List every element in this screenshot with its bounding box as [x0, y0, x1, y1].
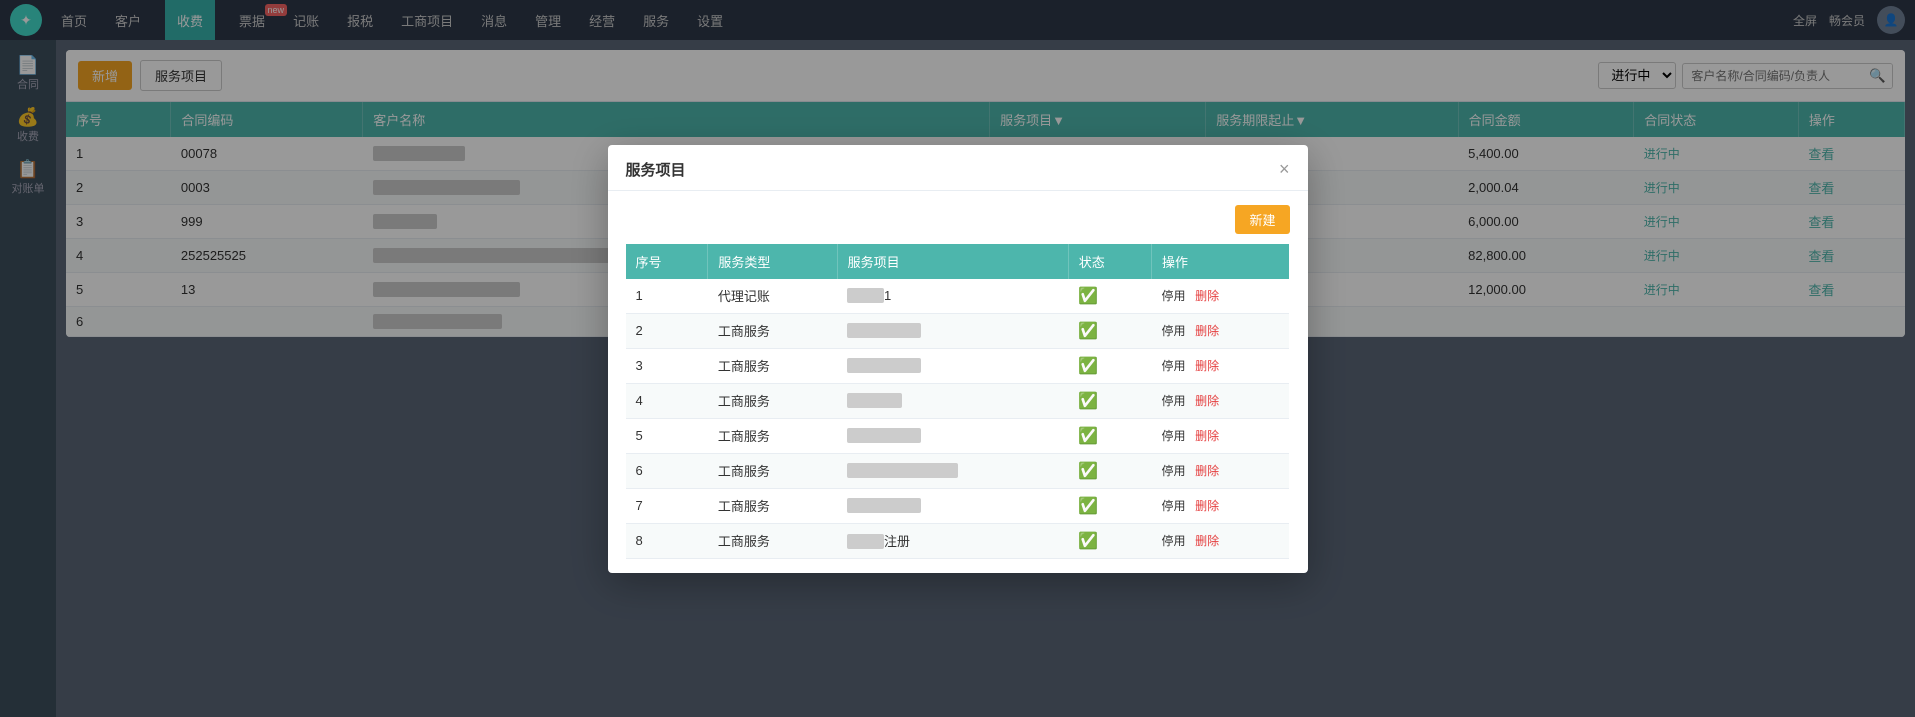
modal-cell-type: 代理记账: [708, 279, 837, 314]
delete-btn[interactable]: 删除: [1195, 322, 1219, 339]
modal-cell-type: 工商服务: [708, 488, 837, 523]
stop-btn[interactable]: 停用: [1161, 392, 1185, 409]
modal-table-container: 序号 服务类型 服务项目 状态 操作 1 代理记账 ████1 ✅: [626, 244, 1290, 559]
modal-overlay[interactable]: 服务项目 × 新建 序号 服务类型 服务项目 状态 操作: [0, 0, 1915, 717]
stop-btn[interactable]: 停用: [1161, 532, 1185, 549]
modal-cell-seq: 2: [626, 313, 708, 348]
delete-btn[interactable]: 删除: [1195, 462, 1219, 479]
modal-cell-type: 工商服务: [708, 348, 837, 383]
modal-cell-action: 停用 删除: [1151, 523, 1289, 558]
modal-cell-seq: 6: [626, 453, 708, 488]
modal-cell-action: 停用 删除: [1151, 453, 1289, 488]
stop-btn[interactable]: 停用: [1161, 287, 1185, 304]
modal-cell-seq: 1: [626, 279, 708, 314]
modal-cell-project: ████████: [837, 418, 1068, 453]
modal-cell-seq: 7: [626, 488, 708, 523]
modal-table-row: 8 工商服务 ████注册 ✅ 停用 删除: [626, 523, 1290, 558]
modal-cell-action: 停用 删除: [1151, 313, 1289, 348]
modal-cell-project: ██████: [837, 383, 1068, 418]
stop-btn[interactable]: 停用: [1161, 462, 1185, 479]
delete-btn[interactable]: 删除: [1195, 392, 1219, 409]
modal-cell-type: 工商服务: [708, 418, 837, 453]
modal-cell-action: 停用 删除: [1151, 348, 1289, 383]
modal-cell-status: ✅: [1068, 523, 1151, 558]
stop-btn[interactable]: 停用: [1161, 497, 1185, 514]
modal-cell-action: 停用 删除: [1151, 383, 1289, 418]
modal-col-seq: 序号: [626, 244, 708, 279]
modal-new-btn[interactable]: 新建: [1235, 205, 1289, 234]
modal-cell-status: ✅: [1068, 383, 1151, 418]
modal-col-action: 操作: [1151, 244, 1289, 279]
service-items-table: 序号 服务类型 服务项目 状态 操作 1 代理记账 ████1 ✅: [626, 244, 1290, 559]
modal-cell-status: ✅: [1068, 453, 1151, 488]
modal-cell-project: ████注册: [837, 523, 1068, 558]
modal-table-row: 1 代理记账 ████1 ✅ 停用 删除: [626, 279, 1290, 314]
modal-col-status: 状态: [1068, 244, 1151, 279]
modal-title: 服务项目: [626, 159, 686, 180]
modal-cell-type: 工商服务: [708, 383, 837, 418]
modal-table-row: 4 工商服务 ██████ ✅ 停用 删除: [626, 383, 1290, 418]
modal-cell-project: ████████: [837, 348, 1068, 383]
modal-cell-type: 工商服务: [708, 523, 837, 558]
modal-cell-project: ████1: [837, 279, 1068, 314]
modal-close-btn[interactable]: ×: [1279, 160, 1290, 178]
modal-cell-seq: 8: [626, 523, 708, 558]
modal-body: 新建 序号 服务类型 服务项目 状态 操作: [608, 191, 1308, 573]
stop-btn[interactable]: 停用: [1161, 357, 1185, 374]
modal-cell-status: ✅: [1068, 313, 1151, 348]
modal-header: 服务项目 ×: [608, 145, 1308, 191]
stop-btn[interactable]: 停用: [1161, 322, 1185, 339]
delete-btn[interactable]: 删除: [1195, 427, 1219, 444]
modal-cell-action: 停用 删除: [1151, 418, 1289, 453]
modal-cell-action: 停用 删除: [1151, 488, 1289, 523]
modal-cell-status: ✅: [1068, 279, 1151, 314]
modal-table-row: 2 工商服务 ████████ ✅ 停用 删除: [626, 313, 1290, 348]
stop-btn[interactable]: 停用: [1161, 427, 1185, 444]
modal-table-row: 6 工商服务 ████████████ ✅ 停用 删除: [626, 453, 1290, 488]
modal-cell-seq: 4: [626, 383, 708, 418]
modal-toolbar: 新建: [626, 205, 1290, 234]
service-modal: 服务项目 × 新建 序号 服务类型 服务项目 状态 操作: [608, 145, 1308, 573]
modal-header-row: 序号 服务类型 服务项目 状态 操作: [626, 244, 1290, 279]
modal-cell-project: ████████████: [837, 453, 1068, 488]
modal-cell-project: ████████: [837, 313, 1068, 348]
modal-cell-status: ✅: [1068, 488, 1151, 523]
delete-btn[interactable]: 删除: [1195, 357, 1219, 374]
modal-table-row: 7 工商服务 ████████ ✅ 停用 删除: [626, 488, 1290, 523]
delete-btn[interactable]: 删除: [1195, 532, 1219, 549]
modal-table-row: 3 工商服务 ████████ ✅ 停用 删除: [626, 348, 1290, 383]
modal-cell-project: ████████: [837, 488, 1068, 523]
modal-col-project: 服务项目: [837, 244, 1068, 279]
modal-cell-status: ✅: [1068, 348, 1151, 383]
modal-cell-action: 停用 删除: [1151, 279, 1289, 314]
delete-btn[interactable]: 删除: [1195, 287, 1219, 304]
modal-cell-status: ✅: [1068, 418, 1151, 453]
delete-btn[interactable]: 删除: [1195, 497, 1219, 514]
modal-table-row: 5 工商服务 ████████ ✅ 停用 删除: [626, 418, 1290, 453]
modal-cell-seq: 3: [626, 348, 708, 383]
modal-cell-type: 工商服务: [708, 453, 837, 488]
modal-cell-seq: 5: [626, 418, 708, 453]
modal-col-type: 服务类型: [708, 244, 837, 279]
modal-cell-type: 工商服务: [708, 313, 837, 348]
